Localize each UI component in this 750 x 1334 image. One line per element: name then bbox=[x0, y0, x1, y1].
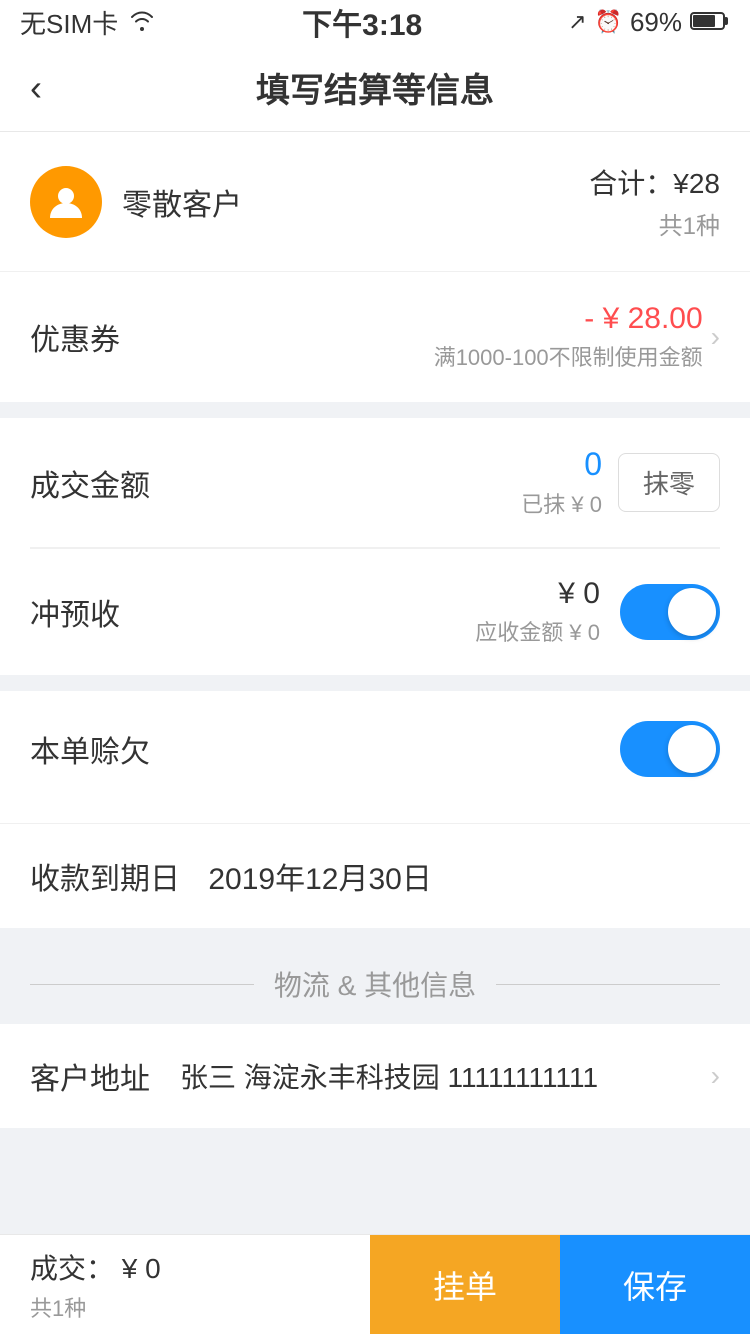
due-date-row: 收款到期日 2019年12月30日 bbox=[0, 823, 750, 928]
customer-left: 零散客户 bbox=[30, 166, 242, 238]
carrier-text: 无SIM卡 bbox=[20, 4, 118, 41]
coupon-row[interactable]: 优惠券 - ¥ 28.00 满1000-100不限制使用金额 › bbox=[0, 271, 750, 402]
debt-toggle[interactable] bbox=[620, 721, 720, 777]
back-button[interactable]: ‹ bbox=[30, 67, 42, 109]
coupon-amount: - ¥ 28.00 bbox=[434, 302, 703, 336]
deal-amount-section: 成交金额 0 已抹 ¥ 0 抹零 冲预收 ¥ 0 应收金额 ¥ 0 bbox=[0, 418, 750, 675]
battery-text: 69% bbox=[630, 7, 682, 38]
status-time: 下午3:18 bbox=[302, 0, 422, 44]
total-amount: 合计：¥28 bbox=[589, 162, 720, 202]
debt-section: 本单赊欠 收款到期日 2019年12月30日 bbox=[0, 691, 750, 928]
bottom-count: 共1种 bbox=[30, 1291, 340, 1323]
deal-amount-row: 成交金额 0 已抹 ¥ 0 抹零 bbox=[30, 418, 720, 548]
toggle-knob bbox=[668, 588, 716, 636]
deal-amount-value[interactable]: 0 bbox=[521, 446, 602, 483]
wifi-icon bbox=[128, 7, 156, 38]
coupon-desc: 满1000-100不限制使用金额 bbox=[434, 340, 703, 372]
coupon-label: 优惠券 bbox=[30, 315, 120, 359]
divider-right bbox=[496, 984, 720, 985]
prereceive-main-amount: ¥ 0 bbox=[475, 577, 600, 611]
divider-left bbox=[30, 984, 254, 985]
due-date-value: 2019年12月30日 bbox=[208, 863, 431, 896]
save-button[interactable]: 保存 bbox=[560, 1235, 750, 1334]
avatar bbox=[30, 166, 102, 238]
due-date-label: 收款到期日 bbox=[30, 863, 180, 896]
logistics-header: 物流 & 其他信息 bbox=[0, 964, 750, 1004]
logistics-section: 物流 & 其他信息 bbox=[0, 944, 750, 1024]
prereceive-row: 冲预收 ¥ 0 应收金额 ¥ 0 bbox=[30, 548, 720, 675]
deal-amount-col: 0 已抹 ¥ 0 bbox=[521, 446, 602, 519]
bottom-deal-label: 成交： bbox=[30, 1253, 114, 1284]
deal-amount-right: 0 已抹 ¥ 0 抹零 bbox=[521, 446, 720, 519]
total-count: 共1种 bbox=[589, 206, 720, 241]
status-right: ↗ ⏰ 69% bbox=[568, 7, 730, 38]
round-zero-button[interactable]: 抹零 bbox=[618, 453, 720, 512]
customer-name: 零散客户 bbox=[122, 180, 242, 224]
nav-title: 填写结算等信息 bbox=[256, 63, 494, 112]
customer-right: 合计：¥28 共1种 bbox=[589, 162, 720, 241]
status-left: 无SIM卡 bbox=[20, 4, 156, 41]
address-row[interactable]: 客户地址 张三 海淀永丰科技园 11111111111 › bbox=[0, 1024, 750, 1128]
customer-section: 零散客户 合计：¥28 共1种 优惠券 - ¥ 28.00 满1000-100不… bbox=[0, 132, 750, 402]
deal-amount-sub: 已抹 ¥ 0 bbox=[521, 487, 602, 519]
hold-button[interactable]: 挂单 bbox=[370, 1235, 560, 1334]
address-chevron-icon: › bbox=[711, 1060, 720, 1092]
logistics-title: 物流 & 其他信息 bbox=[254, 964, 496, 1004]
address-value: 张三 海淀永丰科技园 11111111111 bbox=[180, 1056, 681, 1096]
customer-row: 零散客户 合计：¥28 共1种 bbox=[0, 132, 750, 271]
bottom-deal-amount: ¥ 0 bbox=[122, 1253, 161, 1284]
address-label: 客户地址 bbox=[30, 1054, 150, 1098]
coupon-right: - ¥ 28.00 满1000-100不限制使用金额 › bbox=[434, 302, 720, 372]
prereceive-amount-col: ¥ 0 应收金额 ¥ 0 bbox=[475, 577, 600, 647]
battery-icon bbox=[690, 7, 730, 38]
nav-bar: ‹ 填写结算等信息 bbox=[0, 44, 750, 132]
prereceive-right: ¥ 0 应收金额 ¥ 0 bbox=[475, 577, 720, 647]
alarm-icon: ⏰ bbox=[595, 9, 622, 35]
prereceive-toggle[interactable] bbox=[620, 584, 720, 640]
debt-label: 本单赊欠 bbox=[30, 727, 150, 771]
bottom-info: 成交： ¥ 0 共1种 bbox=[0, 1235, 370, 1334]
debt-row: 本单赊欠 bbox=[0, 691, 750, 807]
location-icon: ↗ bbox=[568, 9, 586, 35]
coupon-chevron-icon: › bbox=[711, 321, 720, 353]
bottom-spacer bbox=[0, 1144, 750, 1244]
bottom-deal-row: 成交： ¥ 0 bbox=[30, 1247, 340, 1287]
debt-toggle-knob bbox=[668, 725, 716, 773]
prereceive-sub-amount: 应收金额 ¥ 0 bbox=[475, 615, 600, 647]
address-section: 客户地址 张三 海淀永丰科技园 11111111111 › bbox=[0, 1024, 750, 1128]
bottom-bar: 成交： ¥ 0 共1种 挂单 保存 bbox=[0, 1234, 750, 1334]
deal-amount-label: 成交金额 bbox=[30, 461, 150, 505]
status-bar: 无SIM卡 下午3:18 ↗ ⏰ 69% bbox=[0, 0, 750, 44]
coupon-right-inner: - ¥ 28.00 满1000-100不限制使用金额 bbox=[434, 302, 703, 372]
prereceive-label: 冲预收 bbox=[30, 590, 120, 634]
